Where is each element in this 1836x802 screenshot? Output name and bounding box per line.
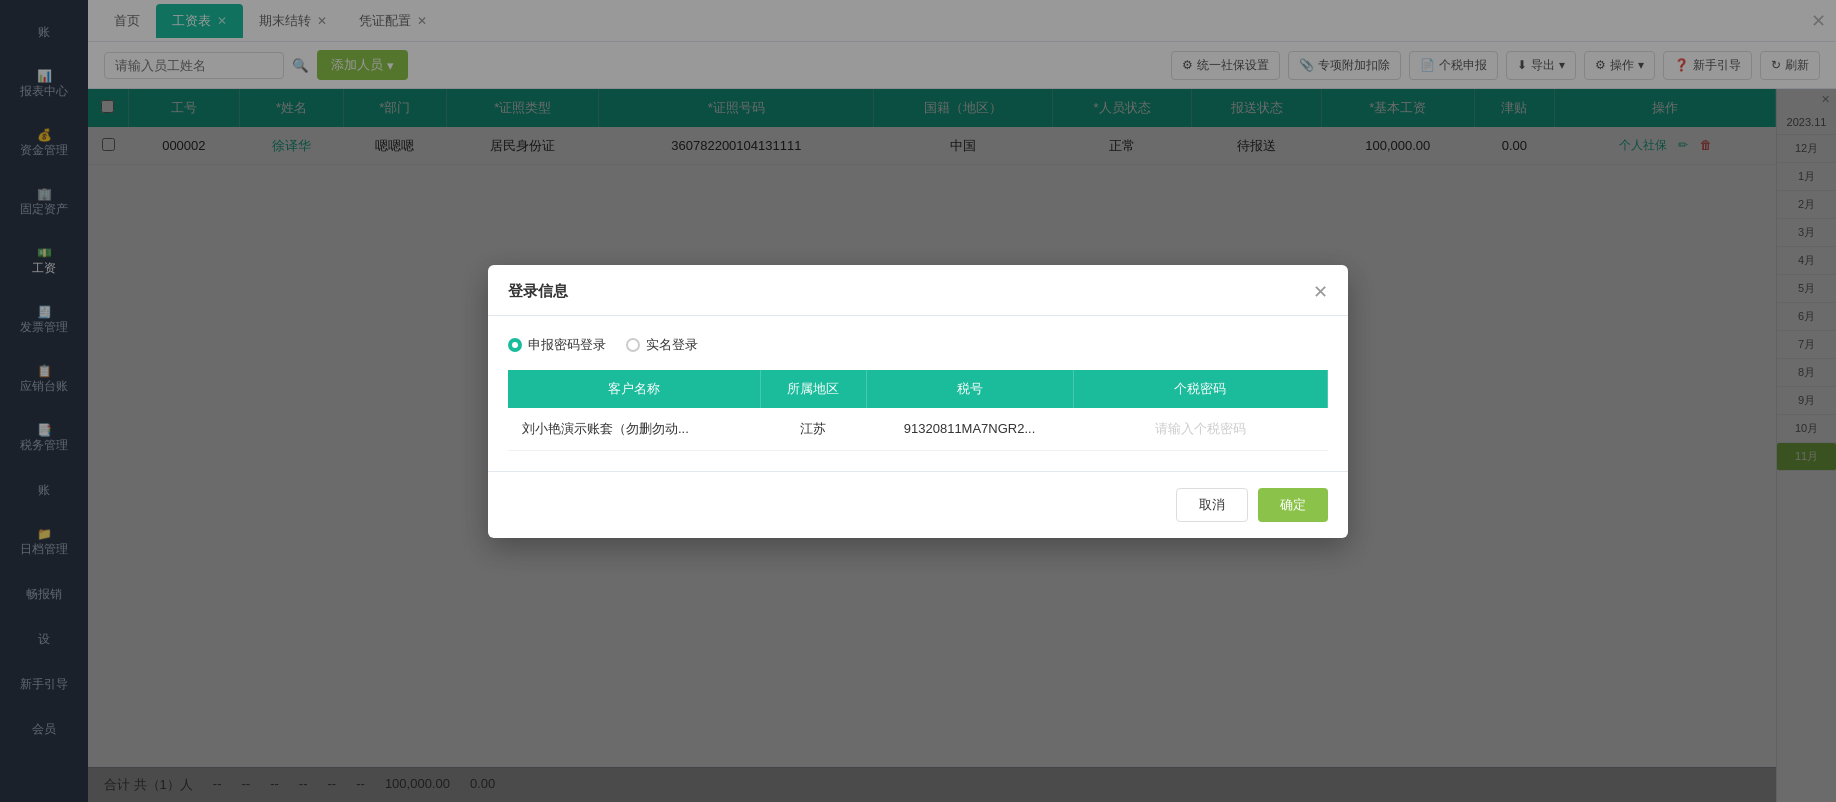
dialog-title: 登录信息 (508, 282, 568, 301)
dialog-cell-region: 江苏 (761, 408, 866, 451)
dialog-table-row: 刘小艳演示账套（勿删勿动... 江苏 91320811MA7NGR2... (508, 408, 1328, 451)
radio-group: 申报密码登录 实名登录 (508, 336, 1328, 354)
radio-realname-option[interactable]: 实名登录 (626, 336, 698, 354)
cancel-button[interactable]: 取消 (1176, 488, 1248, 522)
dialog-overlay: 登录信息 ✕ 申报密码登录 实名登录 客户名称 所属地区 (0, 0, 1836, 802)
dialog-cell-taxid: 91320811MA7NGR2... (866, 408, 1073, 451)
dialog-body: 申报密码登录 实名登录 客户名称 所属地区 税号 个税密码 (488, 316, 1348, 471)
dialog-col-taxpwd: 个税密码 (1073, 370, 1327, 408)
dialog-table: 客户名称 所属地区 税号 个税密码 刘小艳演示账套（勿删勿动... 江苏 913… (508, 370, 1328, 451)
dialog-cell-taxpwd[interactable] (1073, 408, 1327, 451)
dialog-col-taxid: 税号 (866, 370, 1073, 408)
dialog-cell-clientname: 刘小艳演示账套（勿删勿动... (508, 408, 761, 451)
dialog-col-region: 所属地区 (761, 370, 866, 408)
tax-password-input[interactable] (1087, 421, 1313, 436)
confirm-button[interactable]: 确定 (1258, 488, 1328, 522)
radio-pwd-option[interactable]: 申报密码登录 (508, 336, 606, 354)
radio-pwd-circle (508, 338, 522, 352)
dialog-close-button[interactable]: ✕ (1313, 281, 1328, 303)
login-dialog: 登录信息 ✕ 申报密码登录 实名登录 客户名称 所属地区 (488, 265, 1348, 538)
radio-realname-circle (626, 338, 640, 352)
dialog-col-name: 客户名称 (508, 370, 761, 408)
dialog-header: 登录信息 ✕ (488, 265, 1348, 316)
dialog-footer: 取消 确定 (488, 471, 1348, 538)
